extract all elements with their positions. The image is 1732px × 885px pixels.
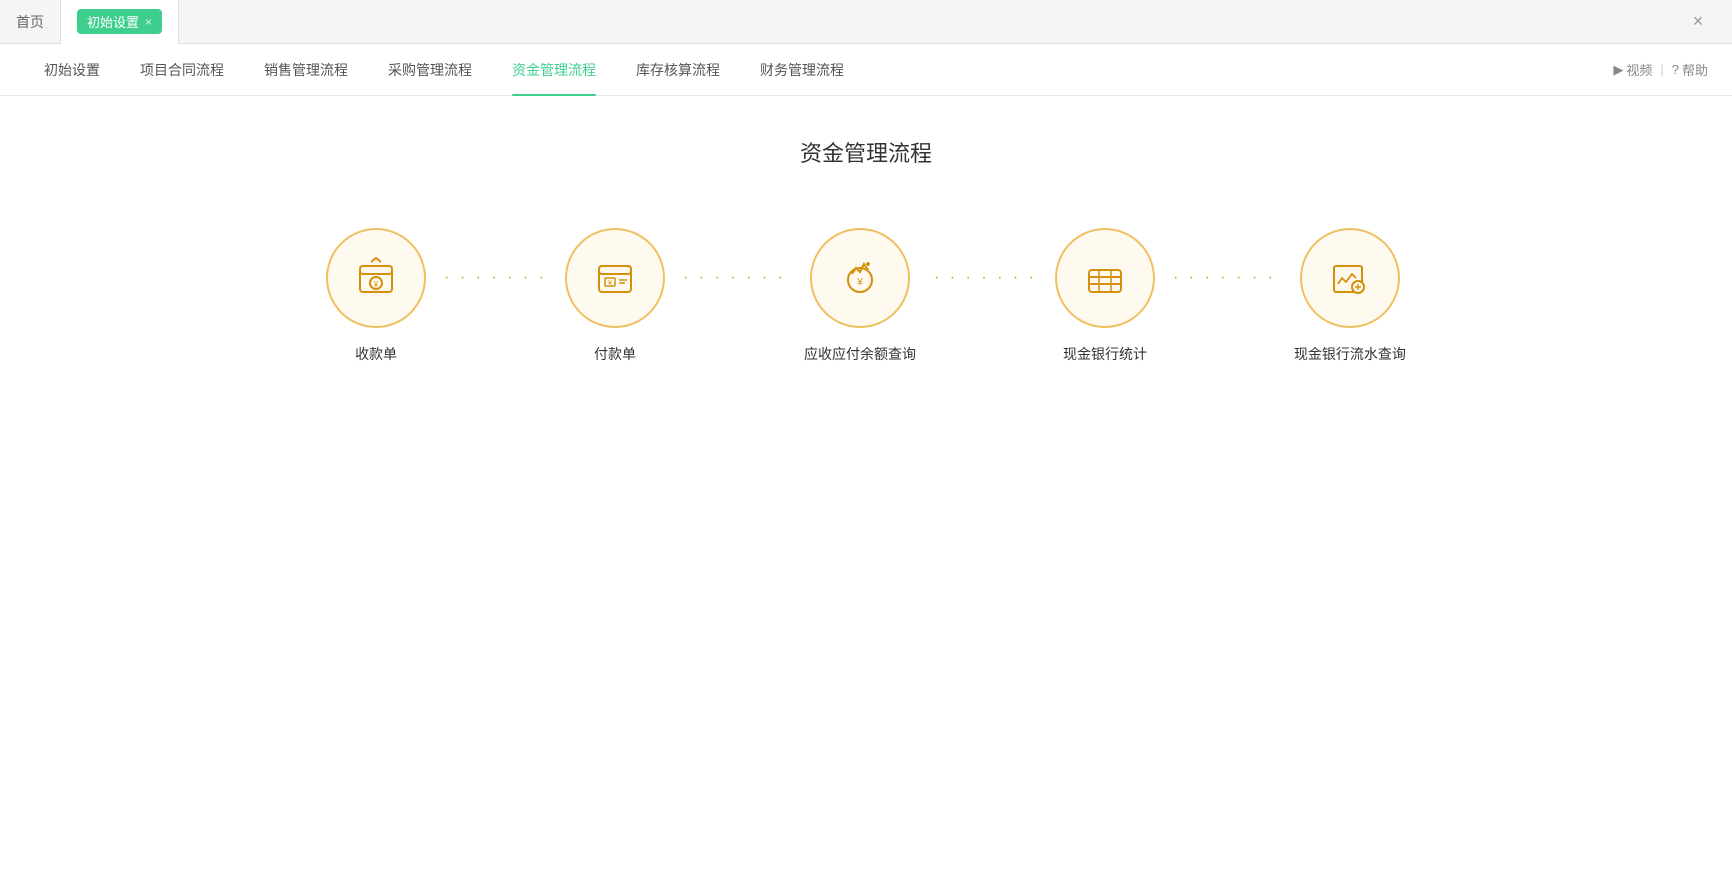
nav-item-chushishezhi[interactable]: 初始设置 <box>24 44 120 96</box>
flow-label-fukuandan: 付款单 <box>594 344 636 364</box>
help-label: 帮助 <box>1682 60 1708 79</box>
connector-2: · · · · · · · <box>665 269 804 287</box>
top-bar: 首页 初始设置 × × <box>0 0 1732 44</box>
flow-label-shoukuandan: 收款单 <box>355 344 397 364</box>
nav-item-caigou[interactable]: 采购管理流程 <box>368 44 492 96</box>
flow-label-xianjin: 现金银行统计 <box>1063 344 1147 364</box>
liushui-icon <box>1324 252 1376 304</box>
nav-item-kucun[interactable]: 库存核算流程 <box>616 44 740 96</box>
nav-bar: 初始设置 项目合同流程 销售管理流程 采购管理流程 资金管理流程 库存核算流程 … <box>0 44 1732 96</box>
xianjin-icon <box>1079 252 1131 304</box>
nav-item-zijin[interactable]: 资金管理流程 <box>492 44 616 96</box>
nav-right: ▶ 视频 | ? 帮助 <box>1613 60 1708 79</box>
fukuandan-icon: ¥ <box>589 252 641 304</box>
window-close-button[interactable]: × <box>1680 4 1716 40</box>
flow-circle-xianjin <box>1055 228 1155 328</box>
tab-home[interactable]: 首页 <box>0 0 61 44</box>
flow-circle-fukuandan: ¥ <box>565 228 665 328</box>
nav-item-xiangmuheTongliu[interactable]: 项目合同流程 <box>120 44 244 96</box>
flow-item-yushou[interactable]: ¥ 应收应付余额查询 <box>804 228 916 364</box>
shoukuandan-icon: ¥ <box>350 252 402 304</box>
active-tab-label: 初始设置 × <box>77 9 162 34</box>
tab-close-icon[interactable]: × <box>145 15 152 29</box>
flow-circle-yushou: ¥ <box>810 228 910 328</box>
connector-3: · · · · · · · <box>916 269 1055 287</box>
nav-item-xiaoshou[interactable]: 销售管理流程 <box>244 44 368 96</box>
flow-label-liushui: 现金银行流水查询 <box>1294 344 1406 364</box>
connector-4: · · · · · · · <box>1155 269 1294 287</box>
flow-row: ¥ 收款单 · · · · · · · ¥ 付款单 <box>326 228 1406 364</box>
page-title: 资金管理流程 <box>800 136 932 168</box>
flow-item-xianjin[interactable]: 现金银行统计 <box>1055 228 1155 364</box>
main-content: 资金管理流程 ¥ 收款单 · · · · · · · <box>0 96 1732 404</box>
svg-text:¥: ¥ <box>373 280 379 289</box>
top-bar-right: × <box>1680 4 1732 40</box>
yushou-icon: ¥ <box>834 252 886 304</box>
flow-item-fukuandan[interactable]: ¥ 付款单 <box>565 228 665 364</box>
flow-item-shoukuandan[interactable]: ¥ 收款单 <box>326 228 426 364</box>
video-label: 视频 <box>1626 60 1652 79</box>
help-link[interactable]: ? 帮助 <box>1672 60 1708 79</box>
help-icon: ? <box>1672 62 1679 77</box>
video-icon: ▶ <box>1613 62 1623 78</box>
svg-text:¥: ¥ <box>856 277 863 288</box>
flow-circle-liushui <box>1300 228 1400 328</box>
tab-active[interactable]: 初始设置 × <box>61 0 179 44</box>
nav-item-caiwu[interactable]: 财务管理流程 <box>740 44 864 96</box>
flow-label-yushou: 应收应付余额查询 <box>804 344 916 364</box>
flow-item-liushui[interactable]: 现金银行流水查询 <box>1294 228 1406 364</box>
video-link[interactable]: ▶ 视频 <box>1613 60 1652 79</box>
flow-circle-shoukuandan: ¥ <box>326 228 426 328</box>
connector-1: · · · · · · · <box>426 269 565 287</box>
svg-text:¥: ¥ <box>608 280 612 287</box>
